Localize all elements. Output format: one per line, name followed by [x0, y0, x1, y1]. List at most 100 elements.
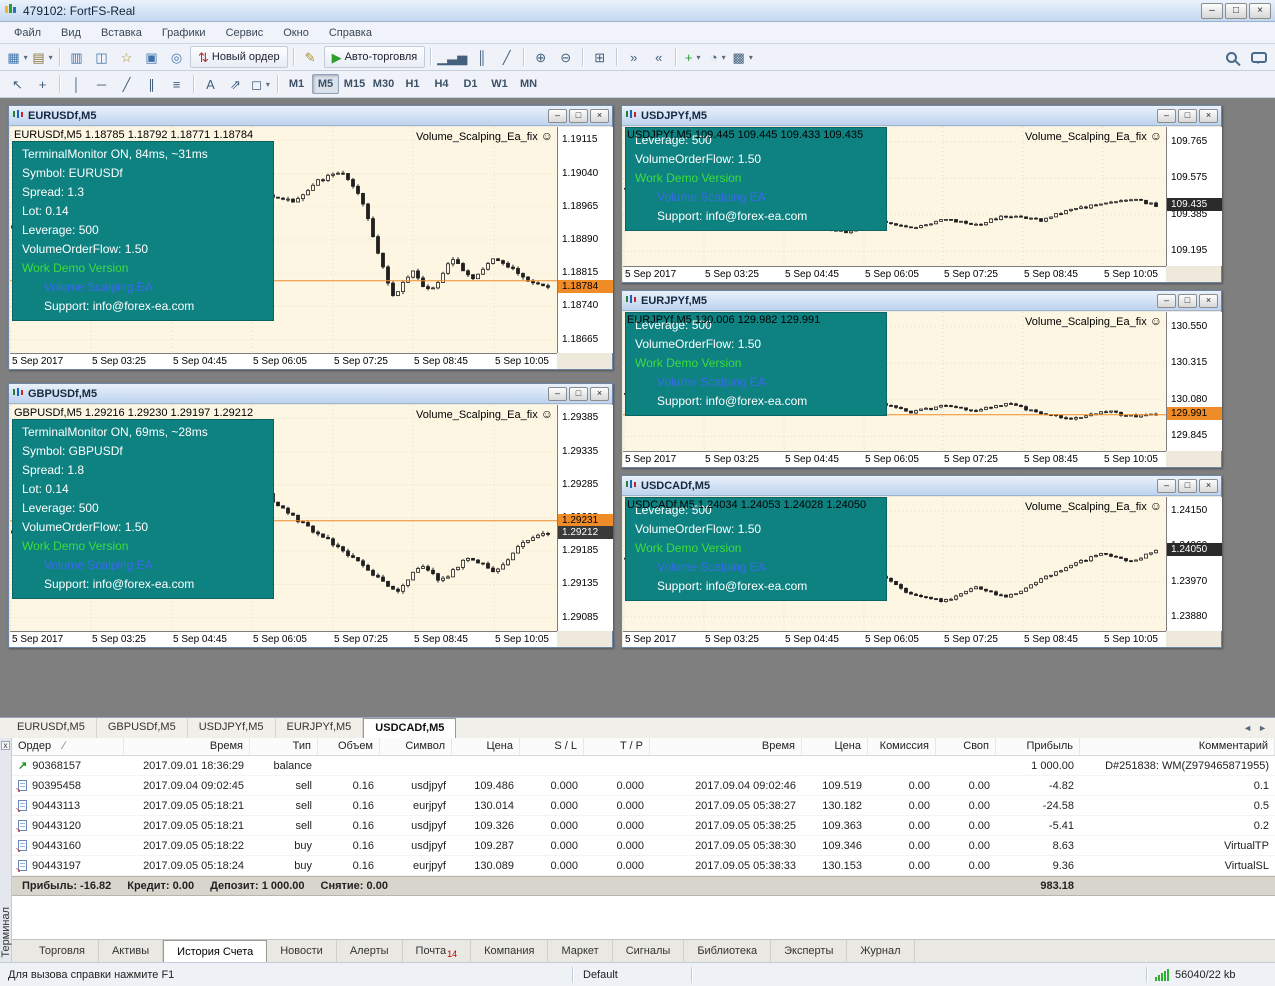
line-chart-button[interactable]: ╱: [495, 46, 518, 68]
column-header[interactable]: Своп: [936, 738, 996, 755]
column-header[interactable]: Прибыль: [996, 738, 1080, 755]
column-header[interactable]: Цена: [802, 738, 868, 755]
terminal-tab[interactable]: Активы: [99, 940, 164, 962]
chart-minimize-button[interactable]: –: [1157, 478, 1176, 493]
chart-titlebar[interactable]: EURUSDf,M5 – □ ×: [9, 106, 612, 126]
timeframe-m30-button[interactable]: M30: [370, 74, 397, 94]
history-row[interactable]: 90443113 2017.09.05 05:18:21 sell 0.16 eurjp…: [12, 796, 1275, 816]
history-row[interactable]: 90443120 2017.09.05 05:18:21 sell 0.16 usdjp…: [12, 816, 1275, 836]
horizontal-line-button[interactable]: ─: [90, 73, 113, 95]
terminal-tab[interactable]: Библиотека: [684, 940, 772, 962]
menu-item[interactable]: Файл: [4, 24, 51, 42]
terminal-tab[interactable]: Новости: [267, 940, 337, 962]
chart-plot[interactable]: TerminalMonitor ON, 69ms, ~28ms Symbol: G…: [10, 405, 557, 631]
chart-plot[interactable]: Leverage: 500 VolumeOrderFlow: 1.50 Work D…: [623, 497, 1166, 631]
terminal-tab[interactable]: Торговля: [26, 940, 99, 962]
column-header[interactable]: T / P: [584, 738, 650, 755]
fibonacci-button[interactable]: ≡: [165, 73, 188, 95]
history-row[interactable]: 90443197 2017.09.05 05:18:24 buy 0.16 eurjpy…: [12, 856, 1275, 876]
column-header[interactable]: Тип: [250, 738, 318, 755]
trendline-button[interactable]: ╱: [115, 73, 138, 95]
chart-close-button[interactable]: ×: [1199, 108, 1218, 123]
history-row[interactable]: 90443160 2017.09.05 05:18:22 buy 0.16 usdjpy…: [12, 836, 1275, 856]
chart-titlebar[interactable]: EURJPYf,M5 – □ ×: [622, 291, 1221, 311]
zoom-in-button[interactable]: ⊕: [529, 46, 552, 68]
terminal-tab[interactable]: Компания: [471, 940, 549, 962]
chart-minimize-button[interactable]: –: [1157, 293, 1176, 308]
timeframe-m15-button[interactable]: M15: [341, 74, 368, 94]
chart-tab[interactable]: USDCADf,M5: [363, 718, 457, 738]
terminal-close-button[interactable]: x: [1, 741, 10, 750]
new-order-button[interactable]: ⇅ Новый ордер: [190, 46, 288, 68]
chart-titlebar[interactable]: GBPUSDf,M5 – □ ×: [9, 384, 612, 404]
timeframe-m5-button[interactable]: M5: [312, 74, 339, 94]
channel-button[interactable]: ∥: [140, 73, 163, 95]
auto-scroll-button[interactable]: »: [622, 46, 645, 68]
timeframe-mn-button[interactable]: MN: [515, 74, 542, 94]
indicators-button[interactable]: + ▾: [681, 46, 704, 68]
chart-restore-button[interactable]: □: [1178, 293, 1197, 308]
autotrade-button[interactable]: ▶ Авто-торговля: [323, 46, 426, 68]
timeframe-m1-button[interactable]: M1: [283, 74, 310, 94]
chart-minimize-button[interactable]: –: [1157, 108, 1176, 123]
navigator-button[interactable]: ☆: [115, 46, 138, 68]
scroll-right-icon[interactable]: ►: [1258, 723, 1267, 733]
history-row[interactable]: 90395458 2017.09.04 09:02:45 sell 0.16 usdjp…: [12, 776, 1275, 796]
chart-restore-button[interactable]: □: [1178, 108, 1197, 123]
chart-tab[interactable]: EURJPYf,M5: [276, 718, 364, 738]
terminal-tab[interactable]: Маркет: [548, 940, 613, 962]
shapes-button[interactable]: ◻ ▾: [249, 73, 272, 95]
status-profile[interactable]: Default: [573, 969, 691, 981]
cursor-button[interactable]: ↖: [6, 73, 29, 95]
window-titlebar[interactable]: 479102: FortFS-Real – □ ×: [0, 0, 1275, 22]
terminal-tab[interactable]: Алерты: [337, 940, 403, 962]
terminal-tab[interactable]: Сигналы: [613, 940, 685, 962]
chart-tab[interactable]: USDJPYf,M5: [188, 718, 276, 738]
chart-close-button[interactable]: ×: [590, 108, 609, 123]
chart-minimize-button[interactable]: –: [548, 108, 567, 123]
scroll-left-icon[interactable]: ◄: [1243, 723, 1252, 733]
terminal-tab[interactable]: Почта14: [403, 940, 472, 962]
chart-close-button[interactable]: ×: [1199, 478, 1218, 493]
window-minimize-button[interactable]: –: [1201, 2, 1223, 19]
menu-item[interactable]: Окно: [273, 24, 319, 42]
menu-item[interactable]: Сервис: [216, 24, 274, 42]
terminal-tab[interactable]: Журнал: [847, 940, 915, 962]
timeframe-w1-button[interactable]: W1: [486, 74, 513, 94]
menu-item[interactable]: Вставка: [91, 24, 152, 42]
terminal-tab[interactable]: История Счета: [163, 940, 268, 962]
column-header[interactable]: Цена: [452, 738, 520, 755]
vertical-line-button[interactable]: │: [65, 73, 88, 95]
timeframe-h1-button[interactable]: H1: [399, 74, 426, 94]
chart-restore-button[interactable]: □: [1178, 478, 1197, 493]
chart-restore-button[interactable]: □: [569, 108, 588, 123]
text-button[interactable]: A: [199, 73, 222, 95]
chart-titlebar[interactable]: USDJPYf,M5 – □ ×: [622, 106, 1221, 126]
chart-plot[interactable]: Leverage: 500 VolumeOrderFlow: 1.50 Work D…: [623, 127, 1166, 266]
history-row[interactable]: ↗ 90368157 2017.09.01 18:36:29 balance 1 000…: [12, 756, 1275, 776]
menu-item[interactable]: Справка: [319, 24, 382, 42]
zoom-out-button[interactable]: ⊖: [554, 46, 577, 68]
profiles-button[interactable]: ▤ ▾: [31, 46, 54, 68]
column-header[interactable]: Ордер ∕: [12, 738, 124, 755]
chart-minimize-button[interactable]: –: [548, 386, 567, 401]
chart-shift-button[interactable]: «: [647, 46, 670, 68]
chat-icon[interactable]: [1251, 52, 1267, 64]
chart-plot[interactable]: Leverage: 500 VolumeOrderFlow: 1.50 Work D…: [623, 312, 1166, 451]
column-header[interactable]: Комментарий: [1080, 738, 1275, 755]
chart-close-button[interactable]: ×: [1199, 293, 1218, 308]
market-watch-button[interactable]: ▥: [65, 46, 88, 68]
column-header[interactable]: S / L: [520, 738, 584, 755]
window-close-button[interactable]: ×: [1249, 2, 1271, 19]
menu-item[interactable]: Вид: [51, 24, 91, 42]
window-maximize-button[interactable]: □: [1225, 2, 1247, 19]
menu-item[interactable]: Графики: [152, 24, 216, 42]
periods-button[interactable]: ◔ ▾: [706, 46, 729, 68]
chart-tab[interactable]: GBPUSDf,M5: [97, 718, 188, 738]
column-header[interactable]: Объем: [318, 738, 380, 755]
terminal-tab[interactable]: Эксперты: [771, 940, 848, 962]
chart-close-button[interactable]: ×: [590, 386, 609, 401]
chart-tab[interactable]: EURUSDf,M5: [6, 718, 97, 738]
terminal-button[interactable]: ▣: [140, 46, 163, 68]
column-header[interactable]: Комиссия: [868, 738, 936, 755]
